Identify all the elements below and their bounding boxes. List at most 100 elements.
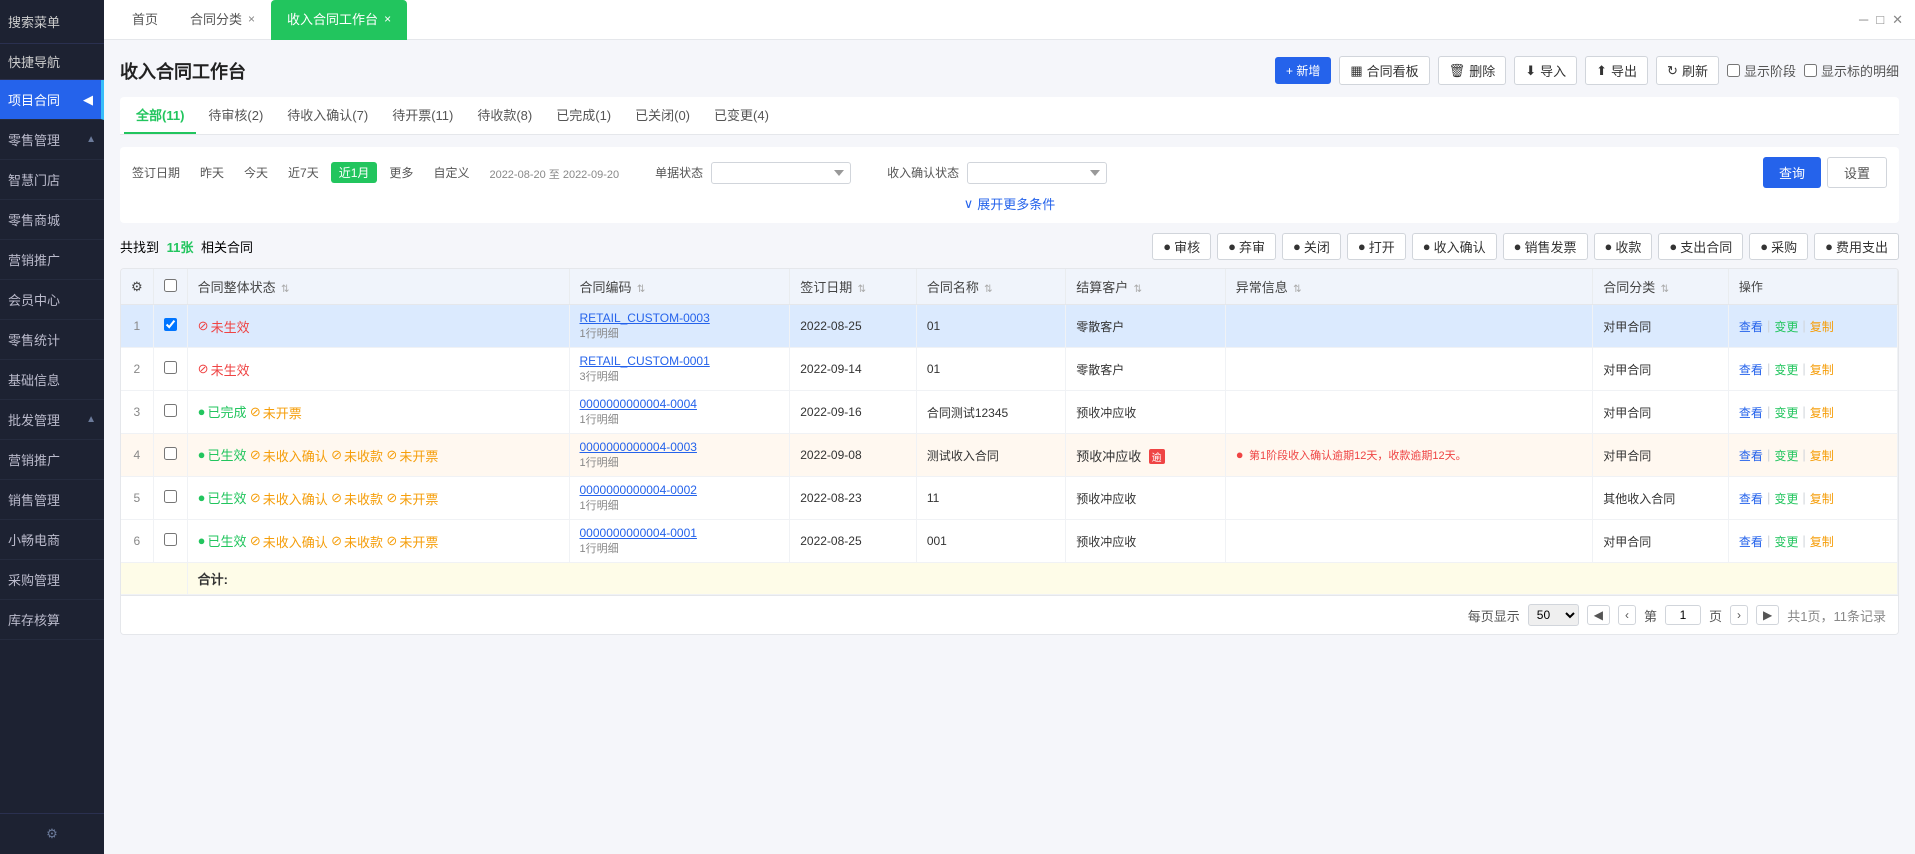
view-button[interactable]: 查看 [1739,318,1763,335]
sub-tab-changed[interactable]: 已变更(4) [702,97,781,134]
per-page-select[interactable]: 50 20 100 [1528,604,1579,626]
contract-code-link[interactable]: RETAIL_CUSTOM-0003 [580,311,780,325]
close-button[interactable]: ✕ [1892,12,1903,28]
view-button[interactable]: 查看 [1739,361,1763,378]
row-checkbox-cell[interactable] [153,477,187,520]
row-checkbox-cell[interactable] [153,305,187,348]
sort-icon[interactable]: ⇅ [637,284,645,295]
copy-button[interactable]: 复制 [1810,404,1834,421]
sidebar-item-marketing[interactable]: 营销推广 [0,240,104,280]
edit-button[interactable]: 变更 [1774,361,1798,378]
contract-code-link[interactable]: 0000000000004-0001 [580,526,780,540]
import-button[interactable]: ⬇ 导入 [1514,56,1577,85]
copy-button[interactable]: 复制 [1810,533,1834,550]
sidebar-item-retail-stats[interactable]: 零售统计 [0,320,104,360]
sub-tab-closed[interactable]: 已关闭(0) [623,97,702,134]
copy-button[interactable]: 复制 [1810,318,1834,335]
sidebar-item-basic-info[interactable]: 基础信息 [0,360,104,400]
purchase-button[interactable]: ● 采购 [1749,233,1808,260]
col-setting-header[interactable]: ⚙ [121,269,153,305]
sort-icon[interactable]: ⇅ [858,284,866,295]
sort-icon[interactable]: ⇅ [984,284,992,295]
doc-status-select[interactable] [711,162,851,184]
query-button[interactable]: 查询 [1763,157,1821,188]
filter-btn-today[interactable]: 今天 [236,162,276,183]
expand-filter-button[interactable]: ∨ 展开更多条件 [964,194,1056,213]
sidebar-item-member[interactable]: 会员中心 [0,280,104,320]
copy-button[interactable]: 复制 [1810,490,1834,507]
sidebar-item-wholesale-mgmt[interactable]: 批发管理 ▲ [0,400,104,440]
view-button[interactable]: 查看 [1739,404,1763,421]
current-page-input[interactable] [1665,605,1701,625]
col-checkbox-header[interactable] [153,269,187,305]
sub-tab-pending-review[interactable]: 待审核(2) [196,97,275,134]
last-page-button[interactable]: ▶ [1756,605,1779,625]
review-button[interactable]: ● 审核 [1152,233,1211,260]
export-button[interactable]: ⬆ 导出 [1585,56,1648,85]
show-segments-checkbox[interactable]: 显示阶段 [1727,61,1796,80]
close-button[interactable]: ● 关闭 [1282,233,1341,260]
confirm-status-select[interactable] [967,162,1107,184]
tab-income-workbench[interactable]: 收入合同工作台 × [271,0,407,40]
minimize-button[interactable]: ─ [1859,12,1868,27]
filter-btn-1month[interactable]: 近1月 [331,162,378,183]
expense-out-button[interactable]: ● 费用支出 [1814,233,1899,260]
filter-btn-7days[interactable]: 近7天 [280,162,327,183]
show-detail-input[interactable] [1804,64,1817,77]
contract-code-link[interactable]: 0000000000004-0004 [580,397,780,411]
filter-btn-more[interactable]: 更多 [381,162,421,183]
copy-button[interactable]: 复制 [1810,447,1834,464]
sidebar-item-smart-store[interactable]: 智慧门店 [0,160,104,200]
filter-btn-yesterday[interactable]: 昨天 [192,162,232,183]
row-checkbox-cell[interactable] [153,520,187,563]
row-checkbox[interactable] [164,361,177,374]
sidebar-item-marketing2[interactable]: 营销推广 [0,440,104,480]
contract-code-link[interactable]: RETAIL_CUSTOM-0001 [580,354,780,368]
refresh-button[interactable]: ↻ 刷新 [1656,56,1719,85]
row-checkbox[interactable] [164,533,177,546]
set-button[interactable]: 设置 [1827,157,1887,188]
prev-page-button[interactable]: ‹ [1618,605,1636,625]
first-page-button[interactable]: ◀ [1587,605,1610,625]
edit-button[interactable]: 变更 [1774,533,1798,550]
contract-code-link[interactable]: 0000000000004-0002 [580,483,780,497]
sidebar-item-xiaochang[interactable]: 小畅电商 [0,520,104,560]
sidebar-quick-nav[interactable]: 快捷导航 [0,44,104,80]
sidebar-item-retail-mall[interactable]: 零售商城 [0,200,104,240]
tab-income-workbench-close[interactable]: × [384,12,391,26]
row-checkbox[interactable] [164,318,177,331]
show-segments-input[interactable] [1727,64,1740,77]
sidebar-item-inventory[interactable]: 库存核算 [0,600,104,640]
next-page-button[interactable]: › [1730,605,1748,625]
sub-tab-pending-confirm[interactable]: 待收入确认(7) [275,97,380,134]
view-button[interactable]: 查看 [1739,490,1763,507]
contract-code-link[interactable]: 0000000000004-0003 [580,440,780,454]
col-setting-icon[interactable]: ⚙ [131,279,143,294]
sub-tab-pending-payment[interactable]: 待收款(8) [465,97,544,134]
collection-button[interactable]: ● 收款 [1594,233,1653,260]
select-all-checkbox[interactable] [164,279,177,292]
row-checkbox-cell[interactable] [153,434,187,477]
sidebar-item-retail-mgmt[interactable]: 零售管理 ▲ [0,120,104,160]
filter-btn-custom[interactable]: 自定义 [425,162,477,183]
sidebar-item-sales-mgmt[interactable]: 销售管理 [0,480,104,520]
sub-tab-all[interactable]: 全部(11) [124,97,196,134]
sort-icon[interactable]: ⇅ [281,284,289,295]
view-button[interactable]: 查看 [1739,447,1763,464]
edit-button[interactable]: 变更 [1774,490,1798,507]
view-button[interactable]: 查看 [1739,533,1763,550]
sort-icon[interactable]: ⇅ [1661,284,1669,295]
expense-contract-button[interactable]: ● 支出合同 [1658,233,1743,260]
tab-contract-category[interactable]: 合同分类 × [174,0,271,40]
edit-button[interactable]: 变更 [1774,318,1798,335]
sub-tab-pending-invoice[interactable]: 待开票(11) [380,97,465,134]
sort-icon[interactable]: ⇅ [1134,284,1142,295]
row-checkbox-cell[interactable] [153,348,187,391]
row-checkbox[interactable] [164,404,177,417]
row-checkbox-cell[interactable] [153,391,187,434]
sidebar-item-project[interactable]: 项目合同 ◀ [0,80,104,120]
maximize-button[interactable]: □ [1876,12,1884,27]
sidebar-item-purchase[interactable]: 采购管理 [0,560,104,600]
open-button[interactable]: ● 打开 [1347,233,1406,260]
tab-contract-category-close[interactable]: × [248,12,255,26]
